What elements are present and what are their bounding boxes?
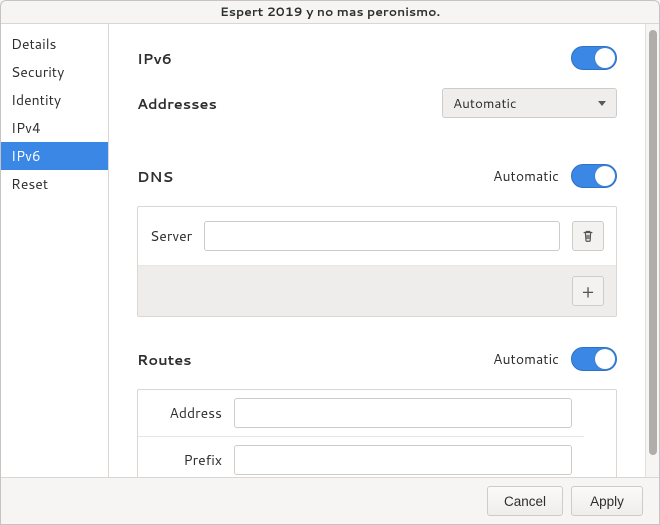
sidebar-item-security[interactable]: Security <box>1 58 108 86</box>
routes-automatic-toggle[interactable] <box>571 347 617 371</box>
toggle-knob <box>595 48 615 68</box>
dns-automatic-toggle[interactable] <box>571 164 617 188</box>
addresses-row: Addresses Automatic <box>137 88 617 118</box>
route-address-label: Address <box>150 403 222 423</box>
footer: Cancel Apply <box>1 478 659 524</box>
routes-automatic-label: Automatic <box>493 349 559 369</box>
routes-card: Address Prefix Gateway <box>137 389 617 477</box>
dns-delete-button[interactable] <box>572 221 604 251</box>
content-pane: IPv6 Addresses Automatic DNS <box>109 24 645 477</box>
route-prefix-input[interactable] <box>234 445 572 475</box>
routes-row: Routes Automatic <box>137 347 617 371</box>
dns-server-input[interactable] <box>204 221 560 251</box>
plus-icon: + <box>582 284 594 298</box>
cancel-button[interactable]: Cancel <box>487 486 563 516</box>
scrollbar-thumb[interactable] <box>649 30 657 455</box>
trash-icon <box>581 229 595 243</box>
addresses-combo-value: Automatic <box>453 94 517 113</box>
routes-heading: Routes <box>137 349 192 370</box>
apply-button[interactable]: Apply <box>571 486 643 516</box>
route-address-input[interactable] <box>234 398 572 428</box>
sidebar-item-ipv6[interactable]: IPv6 <box>1 142 108 170</box>
sidebar: Details Security Identity IPv4 IPv6 Rese… <box>1 24 109 477</box>
dns-heading: DNS <box>137 166 173 187</box>
content-scrollbar[interactable] <box>645 24 659 477</box>
dns-server-label: Server <box>150 226 192 246</box>
ipv6-heading: IPv6 <box>137 48 172 69</box>
content-wrap: IPv6 Addresses Automatic DNS <box>109 24 659 477</box>
toggle-knob <box>595 349 615 369</box>
dns-server-row: Server <box>138 207 616 265</box>
sidebar-item-details[interactable]: Details <box>1 30 108 58</box>
addresses-combo[interactable]: Automatic <box>442 88 617 118</box>
sidebar-item-identity[interactable]: Identity <box>1 86 108 114</box>
addresses-heading: Addresses <box>137 93 217 114</box>
route-prefix-label: Prefix <box>150 450 222 470</box>
sidebar-item-reset[interactable]: Reset <box>1 170 108 198</box>
sidebar-item-ipv4[interactable]: IPv4 <box>1 114 108 142</box>
window-body: Details Security Identity IPv4 IPv6 Rese… <box>1 23 659 478</box>
chevron-down-icon <box>598 101 606 106</box>
route-prefix-row: Prefix <box>138 436 584 477</box>
ipv6-row: IPv6 <box>137 46 617 70</box>
ipv6-toggle[interactable] <box>571 46 617 70</box>
dns-add-row: + <box>138 265 616 316</box>
dns-add-button[interactable]: + <box>572 276 604 306</box>
dns-automatic-label: Automatic <box>493 166 559 186</box>
window-title: Espert 2019 y no mas peronismo. <box>1 1 659 23</box>
dns-card: Server + <box>137 206 617 317</box>
toggle-knob <box>595 166 615 186</box>
route-address-row: Address <box>138 390 584 436</box>
settings-window: Espert 2019 y no mas peronismo. Details … <box>0 0 660 525</box>
dns-row: DNS Automatic <box>137 164 617 188</box>
